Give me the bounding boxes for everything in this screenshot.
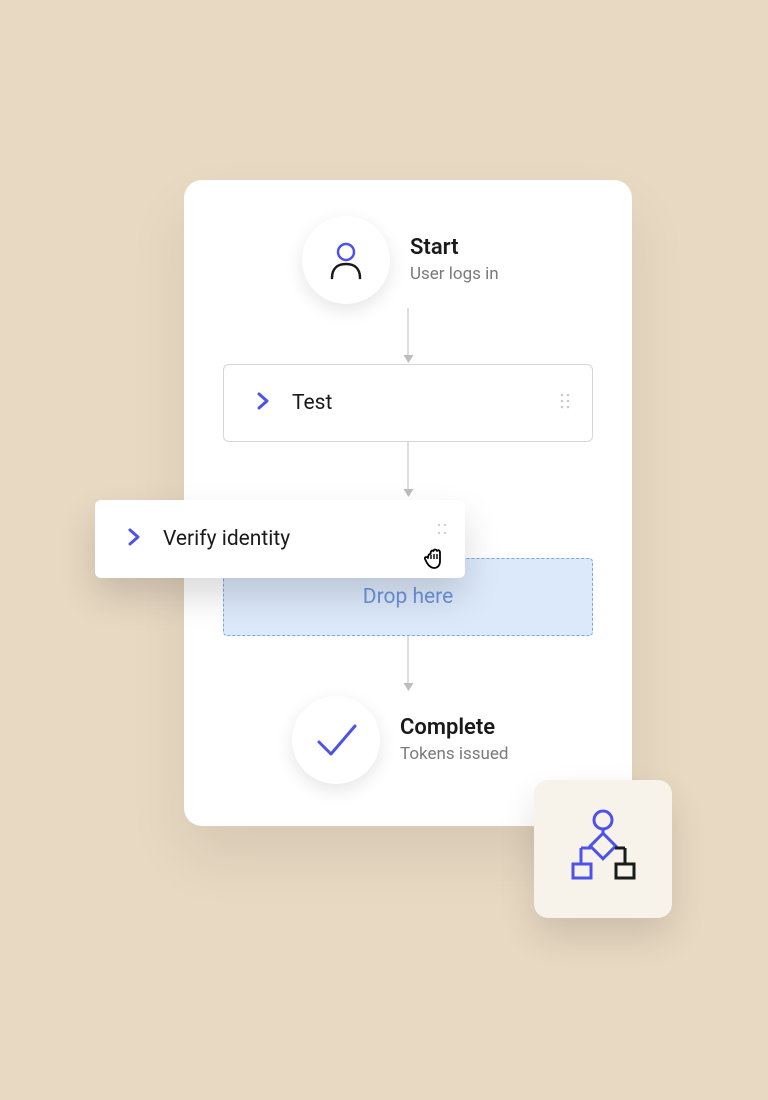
check-icon — [292, 696, 380, 784]
drop-label: Drop here — [363, 585, 453, 609]
complete-node: Complete Tokens issued — [238, 696, 578, 784]
complete-title: Complete — [400, 715, 509, 741]
flowchart-tile[interactable] — [534, 780, 672, 918]
start-text: Start User logs in — [410, 235, 499, 285]
drag-handle-icon[interactable] — [437, 520, 447, 539]
start-subtitle: User logs in — [410, 263, 499, 285]
drag-handle-icon[interactable] — [560, 393, 570, 413]
connector-arrow — [408, 308, 409, 362]
complete-text: Complete Tokens issued — [400, 715, 509, 765]
start-node: Start User logs in — [248, 216, 568, 304]
flowchart-icon — [567, 808, 639, 890]
dragged-step-label: Verify identity — [163, 527, 443, 551]
chevron-right-icon — [256, 391, 270, 415]
step-label: Test — [292, 391, 560, 415]
connector-arrow — [408, 636, 409, 690]
complete-subtitle: Tokens issued — [400, 743, 509, 765]
step-test[interactable]: Test — [223, 364, 593, 442]
chevron-right-icon — [127, 527, 141, 551]
start-title: Start — [410, 235, 499, 261]
connector-arrow — [408, 442, 409, 496]
user-icon — [302, 216, 390, 304]
dragged-step-card[interactable]: Verify identity — [95, 500, 465, 578]
grab-cursor-icon — [421, 542, 451, 576]
